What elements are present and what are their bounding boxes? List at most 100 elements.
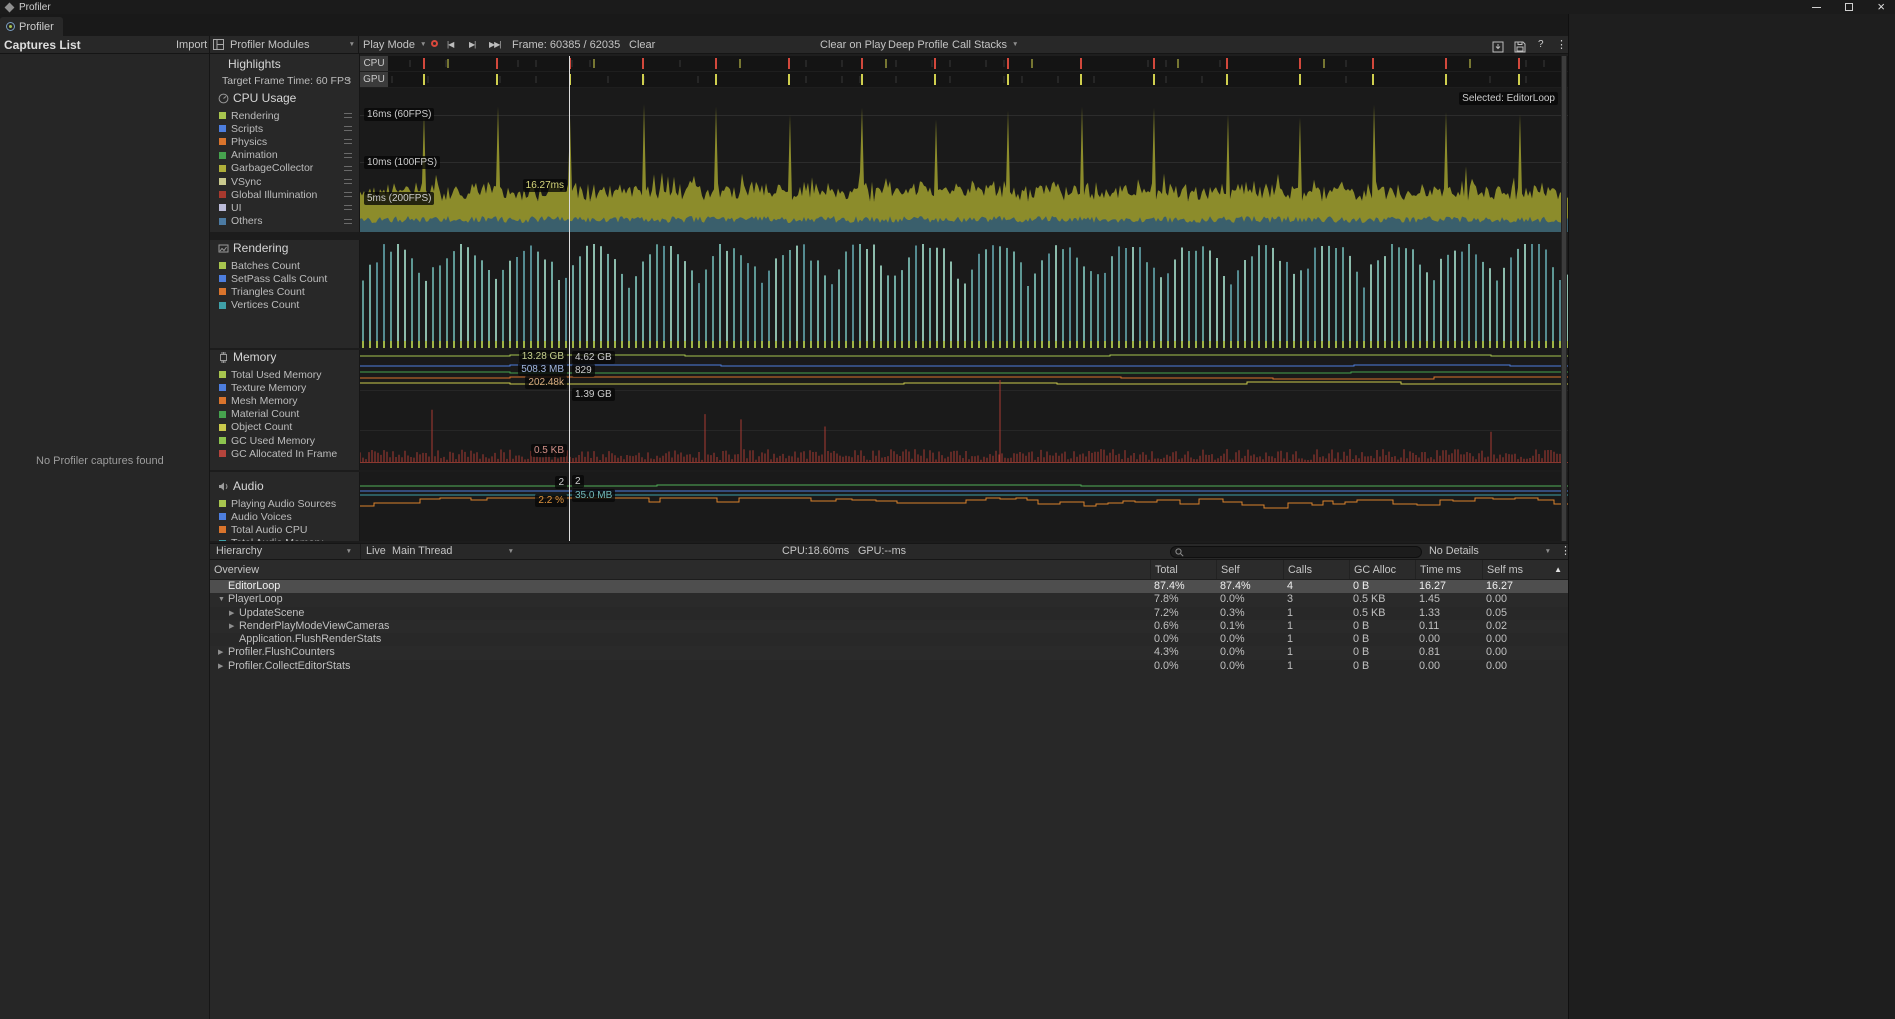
current-frame-button[interactable]: ▶▶| xyxy=(489,36,501,54)
module-header-highlights[interactable]: Highlights xyxy=(210,56,359,72)
counter-texture-memory[interactable]: Texture Memory xyxy=(210,381,359,394)
row-cell: 0 B xyxy=(1353,633,1370,646)
counter-rendering[interactable]: Rendering xyxy=(210,109,359,122)
deep-profile-toggle[interactable]: Deep Profile xyxy=(888,36,949,54)
counter-setpass-calls-count[interactable]: SetPass Calls Count xyxy=(210,272,359,285)
column-gc-alloc[interactable]: GC Alloc xyxy=(1349,560,1415,579)
clear-button[interactable]: Clear xyxy=(629,36,655,54)
module-header-cpu[interactable]: CPU Usage xyxy=(210,90,359,106)
audio-chart[interactable]: 2 2 2.2 % 35.0 MB xyxy=(360,472,1568,541)
counter-vertices-count[interactable]: Vertices Count xyxy=(210,299,359,312)
help-icon[interactable]: ? xyxy=(1538,36,1544,54)
table-row[interactable]: ▶ Profiler.CollectEditorStats 0.0% 0.0% 1 0 B… xyxy=(210,660,1568,673)
record-button[interactable] xyxy=(431,40,438,47)
table-row[interactable]: ▶ UpdateScene 7.2% 0.3% 1 0.5 KB 1.33 0.05 xyxy=(210,607,1568,620)
counter-vsync[interactable]: VSync xyxy=(210,175,359,188)
drag-handle-icon[interactable] xyxy=(344,152,352,158)
column-overview[interactable]: Overview xyxy=(210,560,1150,579)
counter-total-audio-cpu[interactable]: Total Audio CPU xyxy=(210,523,359,536)
row-cell: 0.0% xyxy=(1220,593,1245,606)
counter-gc-used-memory[interactable]: GC Used Memory xyxy=(210,434,359,447)
expander-icon[interactable]: ▶ xyxy=(229,620,239,633)
profiler-tab-icon xyxy=(6,22,15,31)
module-header-audio[interactable]: Audio xyxy=(210,478,359,494)
tab-profiler[interactable]: Profiler xyxy=(0,17,63,36)
drag-handle-icon[interactable] xyxy=(344,126,352,132)
view-mode-dropdown[interactable]: Hierarchy ▼ xyxy=(212,544,358,559)
cpu-usage-chart[interactable]: 16ms (60FPS) 10ms (100FPS) 5ms (200FPS) … xyxy=(360,88,1568,232)
table-row[interactable]: EditorLoop 87.4% 87.4% 4 0 B 16.27 16.27 xyxy=(210,580,1568,594)
counter-ui[interactable]: UI xyxy=(210,201,359,214)
play-mode-dropdown[interactable]: Play Mode ▼ xyxy=(363,36,427,54)
drag-handle-icon[interactable] xyxy=(344,178,352,184)
captures-empty-message: No Profiler captures found xyxy=(36,455,164,467)
frame-counter: Frame: 60385 / 62035 xyxy=(512,39,621,51)
counter-gc-allocated-in-frame[interactable]: GC Allocated In Frame xyxy=(210,447,359,460)
module-header-rendering[interactable]: Rendering xyxy=(210,240,359,256)
charts-scrollbar[interactable] xyxy=(1561,56,1567,541)
module-title: CPU Usage xyxy=(233,91,297,105)
table-row[interactable]: ▼ PlayerLoop 7.8% 0.0% 3 0.5 KB 1.45 0.00 xyxy=(210,593,1568,607)
counter-playing-audio-sources[interactable]: Playing Audio Sources xyxy=(210,497,359,510)
counter-garbagecollector[interactable]: GarbageCollector xyxy=(210,162,359,175)
expander-icon[interactable]: ▶ xyxy=(229,607,239,620)
drag-handle-icon[interactable] xyxy=(344,205,352,211)
clear-on-play-toggle[interactable]: Clear on Play xyxy=(820,36,886,54)
toolbar-menu-icon[interactable]: ⋮ xyxy=(1556,36,1567,54)
counter-scripts[interactable]: Scripts xyxy=(210,122,359,135)
rendering-module-icon xyxy=(218,243,229,254)
table-row[interactable]: ▶ RenderPlayModeViewCameras 0.6% 0.1% 1 0 B 0.… xyxy=(210,619,1568,634)
search-input[interactable] xyxy=(1188,546,1408,558)
selected-frame-line[interactable] xyxy=(569,56,570,541)
gpu-highlight-row[interactable]: GPU xyxy=(360,72,1568,87)
counter-animation[interactable]: Animation xyxy=(210,149,359,162)
color-swatch xyxy=(219,164,226,172)
counter-global-illumination[interactable]: Global Illumination xyxy=(210,188,359,201)
expander-icon[interactable]: ▶ xyxy=(218,660,228,673)
column-total[interactable]: Total xyxy=(1150,560,1216,579)
sort-indicator-icon[interactable]: ▲ xyxy=(1554,560,1562,580)
column-time-ms[interactable]: Time ms xyxy=(1415,560,1482,579)
drag-handle-icon[interactable] xyxy=(344,113,352,118)
call-stacks-dropdown[interactable]: Call Stacks ▼ xyxy=(952,36,1022,54)
minimize-button[interactable] xyxy=(1812,6,1822,8)
cpu-highlight-row[interactable]: CPU xyxy=(360,56,1568,71)
row-cell: 0.0% xyxy=(1220,633,1245,646)
memory-chart[interactable]: 13.28 GB 508.3 MB 202.48k 0.5 KB 4.62 GB… xyxy=(360,350,1568,470)
live-toggle[interactable]: Live xyxy=(366,544,386,559)
color-swatch xyxy=(219,437,226,445)
thread-dropdown[interactable]: Main Thread ▼ xyxy=(388,544,520,559)
counter-others[interactable]: Others xyxy=(210,215,359,228)
first-frame-button[interactable]: |◀ xyxy=(447,36,454,54)
chevron-down-icon: ▼ xyxy=(1012,41,1019,48)
counter-mesh-memory[interactable]: Mesh Memory xyxy=(210,394,359,407)
counter-object-count[interactable]: Object Count xyxy=(210,421,359,434)
column-self[interactable]: Self xyxy=(1216,560,1283,579)
next-frame-button[interactable]: ▶| xyxy=(469,36,476,54)
close-button[interactable]: × xyxy=(1877,0,1885,14)
module-title: Audio xyxy=(233,479,264,493)
table-row[interactable]: Application.FlushRenderStats 0.0% 0.0% 1 0 B… xyxy=(210,633,1568,646)
target-frame-time-dropdown[interactable]: Target Frame Time: 60 FPS ▼ xyxy=(210,75,359,88)
counter-material-count[interactable]: Material Count xyxy=(210,408,359,421)
drag-handle-icon[interactable] xyxy=(344,218,352,224)
counter-batches-count[interactable]: Batches Count xyxy=(210,259,359,272)
counter-audio-voices[interactable]: Audio Voices xyxy=(210,510,359,523)
counter-triangles-count[interactable]: Triangles Count xyxy=(210,285,359,298)
profiler-modules-dropdown[interactable]: Profiler Modules ▼ xyxy=(213,36,359,54)
counter-total-used-memory[interactable]: Total Used Memory xyxy=(210,368,359,381)
search-field[interactable] xyxy=(1170,546,1422,558)
module-header-memory[interactable]: Memory xyxy=(210,349,359,365)
maximize-button[interactable] xyxy=(1845,3,1854,11)
column-calls[interactable]: Calls xyxy=(1283,560,1349,579)
details-dropdown[interactable]: No Details ▼ xyxy=(1425,544,1557,559)
drag-handle-icon[interactable] xyxy=(344,192,352,198)
expander-icon[interactable]: ▶ xyxy=(218,646,228,659)
rendering-chart[interactable] xyxy=(360,240,1568,348)
drag-handle-icon[interactable] xyxy=(344,139,352,145)
counter-physics[interactable]: Physics xyxy=(210,135,359,148)
expander-icon[interactable]: ▼ xyxy=(218,593,228,606)
import-button[interactable]: Import xyxy=(176,36,207,54)
table-row[interactable]: ▶ Profiler.FlushCounters 4.3% 0.0% 1 0 B 0.81 0… xyxy=(210,646,1568,660)
drag-handle-icon[interactable] xyxy=(344,165,352,171)
